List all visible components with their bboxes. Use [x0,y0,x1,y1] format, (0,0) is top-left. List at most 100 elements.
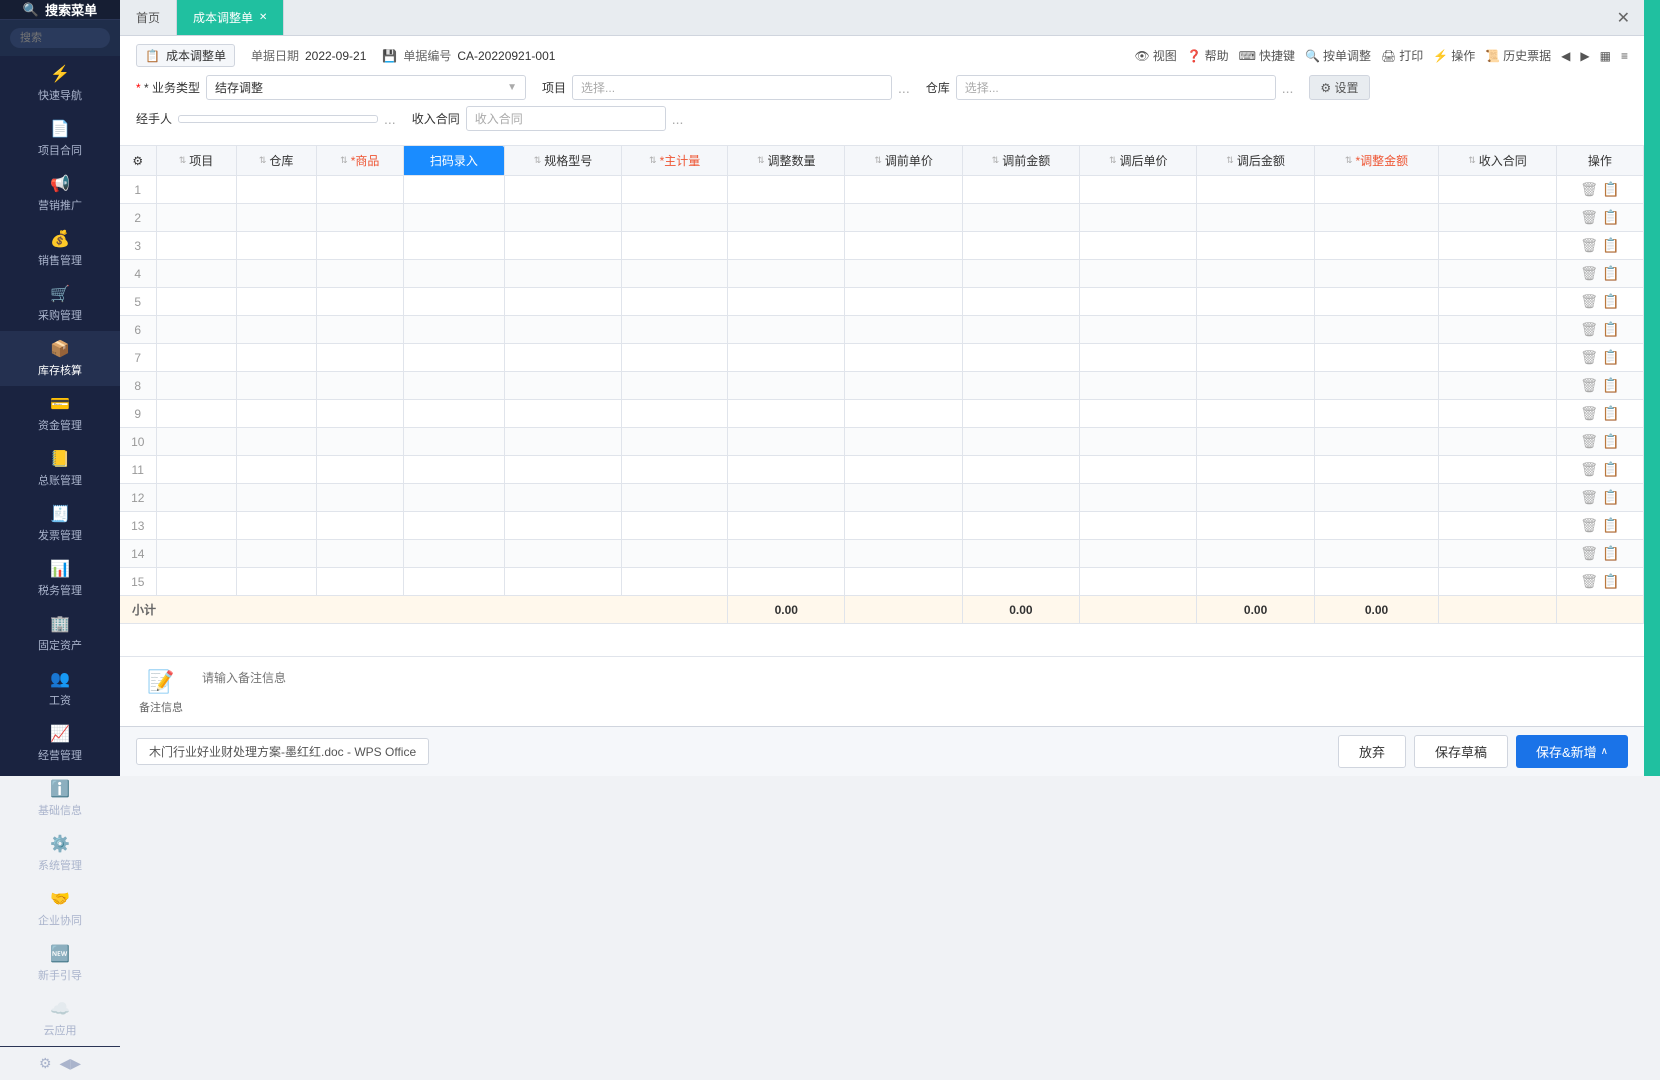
cell-income-contract-5[interactable] [1439,288,1556,316]
cell-adjust-amount-1[interactable] [1314,176,1439,204]
sidebar-item-inventory[interactable]: 📦库存核算 [0,331,120,386]
cell-spec-15[interactable] [504,568,621,596]
cell-income-contract-10[interactable] [1439,428,1556,456]
cell-spec-5[interactable] [504,288,621,316]
cell-product-4[interactable] [316,260,403,288]
cell-spec-14[interactable] [504,540,621,568]
cell-project-2[interactable] [156,204,236,232]
cell-unit-1[interactable] [622,176,728,204]
settings-icon[interactable]: ⚙ [39,1055,52,1072]
cell-unit-4[interactable] [622,260,728,288]
cell-adjust-amount-2[interactable] [1314,204,1439,232]
cell-after-amount-10[interactable] [1197,428,1314,456]
cell-after-amount-4[interactable] [1197,260,1314,288]
delete-icon-12[interactable]: 🗑 [1580,489,1598,506]
cell-before-amount-12[interactable] [962,484,1079,512]
sidebar-item-tax[interactable]: 📊税务管理 [0,551,120,606]
cell-income-contract-6[interactable] [1439,316,1556,344]
cell-before-amount-9[interactable] [962,400,1079,428]
sidebar-item-cloud-apps[interactable]: ☁️云应用 [0,991,120,1046]
cell-adjust-amount-11[interactable] [1314,456,1439,484]
copy-icon-11[interactable]: 📋 [1602,461,1619,478]
cell-income-contract-12[interactable] [1439,484,1556,512]
cell-product-7[interactable] [316,344,403,372]
cell-adjust-amount-12[interactable] [1314,484,1439,512]
cell-unit-8[interactable] [622,372,728,400]
project-dots[interactable]: ... [898,80,910,96]
cell-before-amount-14[interactable] [962,540,1079,568]
cell-after-price-7[interactable] [1080,344,1197,372]
cell-before-amount-6[interactable] [962,316,1079,344]
cell-income-contract-9[interactable] [1439,400,1556,428]
cell-income-contract-7[interactable] [1439,344,1556,372]
copy-icon-13[interactable]: 📋 [1602,517,1619,534]
cell-after-amount-13[interactable] [1197,512,1314,540]
cell-after-amount-5[interactable] [1197,288,1314,316]
action-help[interactable]: ❓ 帮助 [1187,47,1229,64]
cell-adjust-qty-4[interactable] [728,260,845,288]
copy-icon-2[interactable]: 📋 [1602,209,1619,226]
cell-adjust-amount-10[interactable] [1314,428,1439,456]
cell-warehouse-6[interactable] [236,316,316,344]
cell-warehouse-13[interactable] [236,512,316,540]
cell-scan-8[interactable] [403,372,504,400]
cell-project-10[interactable] [156,428,236,456]
cell-adjust-amount-4[interactable] [1314,260,1439,288]
cell-after-price-9[interactable] [1080,400,1197,428]
cell-warehouse-9[interactable] [236,400,316,428]
sidebar-item-ledger[interactable]: 📒总账管理 [0,441,120,496]
cell-spec-7[interactable] [504,344,621,372]
cell-before-amount-11[interactable] [962,456,1079,484]
sidebar-item-new-guide[interactable]: 🆕新手引导 [0,936,120,991]
warehouse-select[interactable]: 选择... [956,75,1276,100]
cell-warehouse-4[interactable] [236,260,316,288]
cell-before-price-6[interactable] [845,316,962,344]
sidebar-item-project-contract[interactable]: 📄项目合同 [0,111,120,166]
cell-warehouse-3[interactable] [236,232,316,260]
cell-after-amount-7[interactable] [1197,344,1314,372]
delete-icon-3[interactable]: 🗑 [1580,237,1598,254]
copy-icon-9[interactable]: 📋 [1602,405,1619,422]
cell-unit-7[interactable] [622,344,728,372]
cell-income-contract-14[interactable] [1439,540,1556,568]
cell-adjust-qty-13[interactable] [728,512,845,540]
delete-icon-8[interactable]: 🗑 [1580,377,1598,394]
cell-product-14[interactable] [316,540,403,568]
copy-icon-7[interactable]: 📋 [1602,349,1619,366]
cell-spec-8[interactable] [504,372,621,400]
delete-icon-11[interactable]: 🗑 [1580,461,1598,478]
cell-project-6[interactable] [156,316,236,344]
cell-unit-13[interactable] [622,512,728,540]
cell-unit-12[interactable] [622,484,728,512]
cell-after-price-4[interactable] [1080,260,1197,288]
cell-product-2[interactable] [316,204,403,232]
cell-scan-15[interactable] [403,568,504,596]
cell-scan-7[interactable] [403,344,504,372]
cell-before-price-10[interactable] [845,428,962,456]
cell-unit-3[interactable] [622,232,728,260]
cell-scan-3[interactable] [403,232,504,260]
cell-adjust-qty-15[interactable] [728,568,845,596]
cell-adjust-qty-2[interactable] [728,204,845,232]
cell-scan-13[interactable] [403,512,504,540]
cell-product-3[interactable] [316,232,403,260]
action-view[interactable]: 👁 视图 [1134,47,1176,64]
toggle-sidebar-icon[interactable]: ◀▶ [60,1055,82,1072]
view-grid[interactable]: ▦ [1600,49,1611,63]
cell-before-price-3[interactable] [845,232,962,260]
cell-before-price-12[interactable] [845,484,962,512]
cell-before-amount-2[interactable] [962,204,1079,232]
cell-before-price-5[interactable] [845,288,962,316]
cell-spec-3[interactable] [504,232,621,260]
warehouse-dots[interactable]: ... [1282,80,1294,96]
sidebar-item-sales-mgmt[interactable]: 💰销售管理 [0,221,120,276]
cell-adjust-qty-9[interactable] [728,400,845,428]
cell-product-11[interactable] [316,456,403,484]
cell-product-9[interactable] [316,400,403,428]
cell-adjust-qty-5[interactable] [728,288,845,316]
search-input[interactable] [10,28,110,48]
cell-after-price-14[interactable] [1080,540,1197,568]
cell-before-price-11[interactable] [845,456,962,484]
cell-adjust-amount-8[interactable] [1314,372,1439,400]
cell-warehouse-2[interactable] [236,204,316,232]
